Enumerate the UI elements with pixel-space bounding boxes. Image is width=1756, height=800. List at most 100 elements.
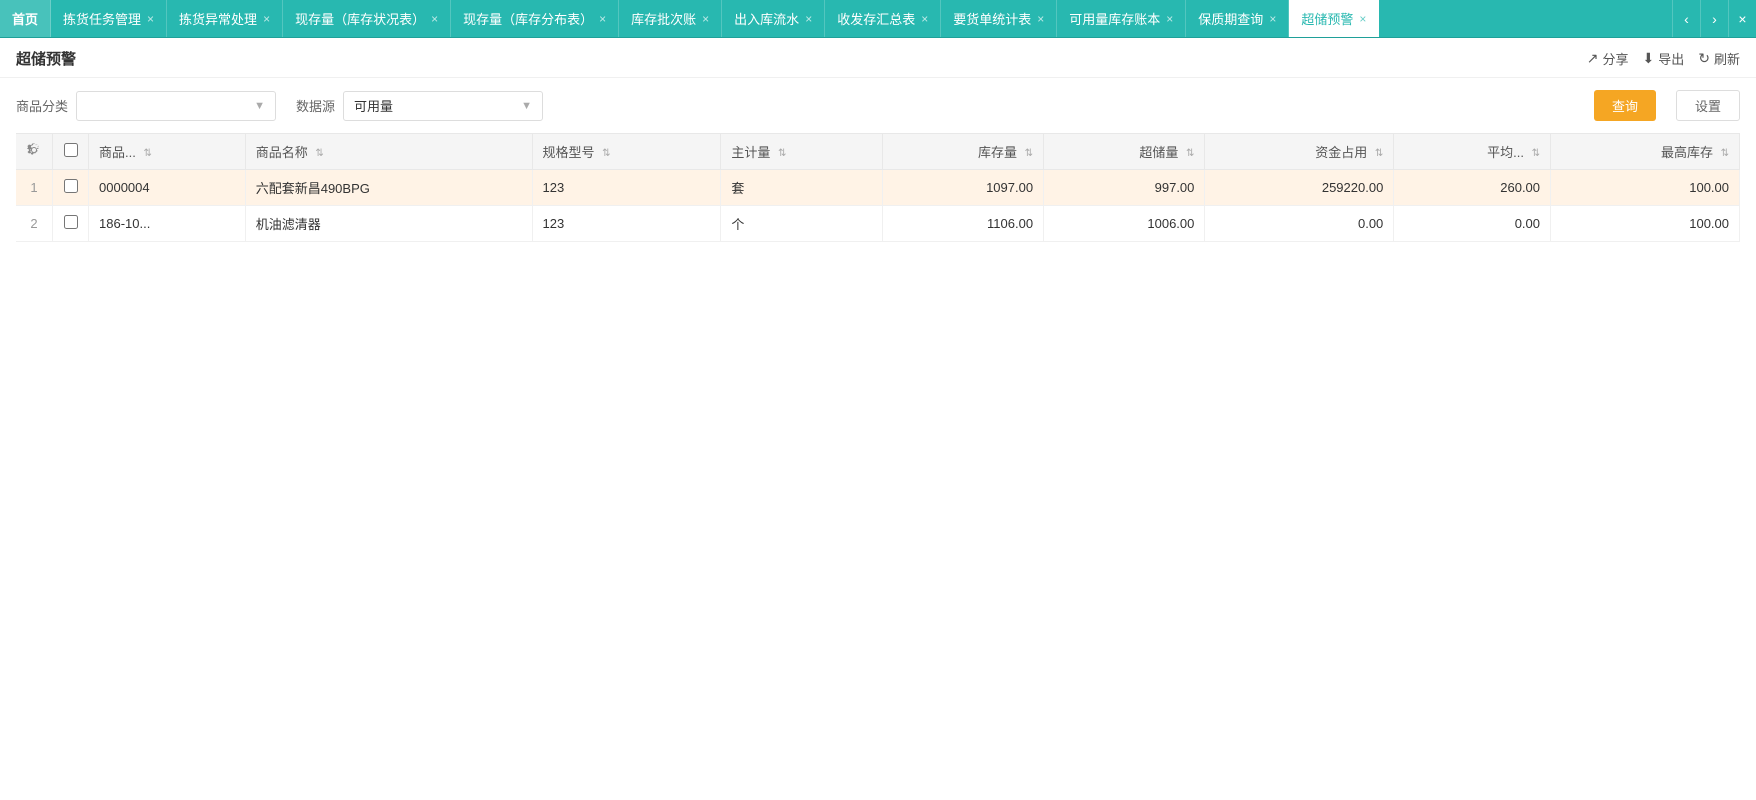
sort-icon-item-name: ⇅ — [315, 148, 323, 159]
export-icon: ⬇ — [1643, 50, 1655, 67]
checkbox-col-header — [53, 134, 89, 170]
row-spec-0: 123 — [532, 170, 721, 206]
th-unit[interactable]: 主计量 ⇅ — [721, 134, 882, 170]
sort-icon-unit: ⇅ — [778, 148, 786, 159]
nav-label-available-ledger: 可用量库存账本 — [1069, 9, 1160, 28]
nav-item-overstock-warning[interactable]: 超储预警 × — [1289, 0, 1379, 37]
nav-arrow-left[interactable]: ‹ — [1672, 0, 1700, 37]
page-header: 超储预警 ↗ 分享 ⬇ 导出 ↻ 刷新 — [0, 38, 1756, 78]
nav-item-batch-ledger[interactable]: 库存批次账 × — [619, 0, 722, 37]
nav-item-stir-exception[interactable]: 拣货异常处理 × — [167, 0, 283, 37]
row-checkbox-cell-1 — [53, 206, 89, 242]
row-avg-0: 260.00 — [1394, 170, 1551, 206]
row-item-code-1: 186-10... — [89, 206, 246, 242]
nav-close-stir-exception[interactable]: × — [263, 12, 270, 26]
settings-button[interactable]: 设置 — [1676, 90, 1740, 121]
nav-close-inventory-status[interactable]: × — [431, 12, 438, 26]
th-stock[interactable]: 库存量 ⇅ — [882, 134, 1043, 170]
nav-close-available-ledger[interactable]: × — [1166, 12, 1173, 26]
nav-label-home: 首页 — [12, 9, 38, 28]
query-button[interactable]: 查询 — [1594, 90, 1656, 121]
row-avg-1: 0.00 — [1394, 206, 1551, 242]
table-container: 商品... ⇅ 商品名称 ⇅ 规格型号 ⇅ 主计量 ⇅ 库存量 ⇅ — [0, 133, 1756, 242]
nav-close-order-stats[interactable]: × — [1037, 12, 1044, 26]
nav-item-collect-summary[interactable]: 收发存汇总表 × — [825, 0, 941, 37]
category-filter-label: 商品分类 — [16, 96, 68, 115]
nav-close-collect-summary[interactable]: × — [921, 12, 928, 26]
row-max-stock-0: 100.00 — [1551, 170, 1740, 206]
nav-close-batch-ledger[interactable]: × — [702, 12, 709, 26]
row-stock-0: 1097.00 — [882, 170, 1043, 206]
th-capital[interactable]: 资金占用 ⇅ — [1205, 134, 1394, 170]
nav-item-inventory-dist[interactable]: 现存量（库存分布表） × — [451, 0, 619, 37]
nav-label-collect-summary: 收发存汇总表 — [837, 9, 915, 28]
row-max-stock-1: 100.00 — [1551, 206, 1740, 242]
sort-icon-spec: ⇅ — [602, 148, 610, 159]
table-header-row: 商品... ⇅ 商品名称 ⇅ 规格型号 ⇅ 主计量 ⇅ 库存量 ⇅ — [16, 134, 1740, 170]
sort-icon-overstock: ⇅ — [1186, 148, 1194, 159]
th-item-name[interactable]: 商品名称 ⇅ — [245, 134, 532, 170]
data-table: 商品... ⇅ 商品名称 ⇅ 规格型号 ⇅ 主计量 ⇅ 库存量 ⇅ — [16, 133, 1740, 242]
nav-arrow-right[interactable]: › — [1700, 0, 1728, 37]
nav-label-inventory-status: 现存量（库存状况表） — [295, 9, 425, 28]
share-button[interactable]: ↗ 分享 — [1587, 49, 1629, 68]
row-checkbox-0[interactable] — [64, 179, 78, 193]
nav-item-available-ledger[interactable]: 可用量库存账本 × — [1057, 0, 1186, 37]
table-body: 1 0000004 六配套新昌490BPG 123 套 1097.00 997.… — [16, 170, 1740, 242]
refresh-button[interactable]: ↻ 刷新 — [1698, 49, 1740, 68]
nav-item-order-stats[interactable]: 要货单统计表 × — [941, 0, 1057, 37]
refresh-icon: ↻ — [1698, 50, 1710, 67]
row-overstock-1: 1006.00 — [1044, 206, 1205, 242]
row-unit-0: 套 — [721, 170, 882, 206]
row-capital-0: 259220.00 — [1205, 170, 1394, 206]
row-checkbox-1[interactable] — [64, 215, 78, 229]
row-item-name-0: 六配套新昌490BPG — [245, 170, 532, 206]
gear-icon — [26, 142, 42, 158]
export-label: 导出 — [1658, 49, 1684, 68]
select-all-checkbox[interactable] — [64, 143, 78, 157]
toolbar: 商品分类 ▼ 数据源 可用量 ▼ 查询 设置 — [0, 78, 1756, 133]
nav-label-quality-check: 保质期查询 — [1198, 9, 1263, 28]
nav-item-home[interactable]: 首页 — [0, 0, 51, 37]
nav-close-quality-check[interactable]: × — [1269, 12, 1276, 26]
row-num-0: 1 — [16, 170, 53, 206]
nav-label-batch-ledger: 库存批次账 — [631, 9, 696, 28]
nav-item-quality-check[interactable]: 保质期查询 × — [1186, 0, 1289, 37]
th-avg[interactable]: 平均... ⇅ — [1394, 134, 1551, 170]
nav-close-overstock-warning[interactable]: × — [1359, 12, 1366, 26]
nav-close-inout-flow[interactable]: × — [805, 12, 812, 26]
nav-item-inventory-status[interactable]: 现存量（库存状况表） × — [283, 0, 451, 37]
datasource-select[interactable]: 可用量 ▼ — [343, 91, 543, 121]
nav-close-stir-task[interactable]: × — [147, 12, 154, 26]
th-item-code[interactable]: 商品... ⇅ — [89, 134, 246, 170]
header-actions: ↗ 分享 ⬇ 导出 ↻ 刷新 — [1587, 49, 1740, 68]
datasource-filter-group: 数据源 可用量 ▼ — [296, 91, 543, 121]
nav-label-inventory-dist: 现存量（库存分布表） — [463, 9, 593, 28]
nav-label-overstock-warning: 超储预警 — [1301, 9, 1353, 28]
row-stock-1: 1106.00 — [882, 206, 1043, 242]
datasource-chevron-down-icon: ▼ — [521, 100, 532, 112]
row-num-1: 2 — [16, 206, 53, 242]
table-row: 2 186-10... 机油滤清器 123 个 1106.00 1006.00 … — [16, 206, 1740, 242]
nav-label-stir-task: 拣货任务管理 — [63, 9, 141, 28]
nav-close-inventory-dist[interactable]: × — [599, 12, 606, 26]
nav-item-stir-task[interactable]: 拣货任务管理 × — [51, 0, 167, 37]
row-unit-1: 个 — [721, 206, 882, 242]
nav-arrow-close[interactable]: × — [1728, 0, 1756, 37]
sort-icon-item-code: ⇅ — [143, 148, 151, 159]
category-select[interactable]: ▼ — [76, 91, 276, 121]
sort-icon-stock: ⇅ — [1025, 148, 1033, 159]
sort-icon-max-stock: ⇅ — [1721, 148, 1729, 159]
category-filter-group: 商品分类 ▼ — [16, 91, 276, 121]
row-overstock-0: 997.00 — [1044, 170, 1205, 206]
top-nav: 首页 拣货任务管理 × 拣货异常处理 × 现存量（库存状况表） × 现存量（库存… — [0, 0, 1756, 38]
share-icon: ↗ — [1587, 50, 1599, 67]
th-max-stock[interactable]: 最高库存 ⇅ — [1551, 134, 1740, 170]
th-overstock[interactable]: 超储量 ⇅ — [1044, 134, 1205, 170]
th-spec[interactable]: 规格型号 ⇅ — [532, 134, 721, 170]
datasource-filter-label: 数据源 — [296, 96, 335, 115]
export-button[interactable]: ⬇ 导出 — [1643, 49, 1685, 68]
nav-item-inout-flow[interactable]: 出入库流水 × — [722, 0, 825, 37]
share-label: 分享 — [1602, 49, 1628, 68]
sort-icon-capital: ⇅ — [1375, 148, 1383, 159]
